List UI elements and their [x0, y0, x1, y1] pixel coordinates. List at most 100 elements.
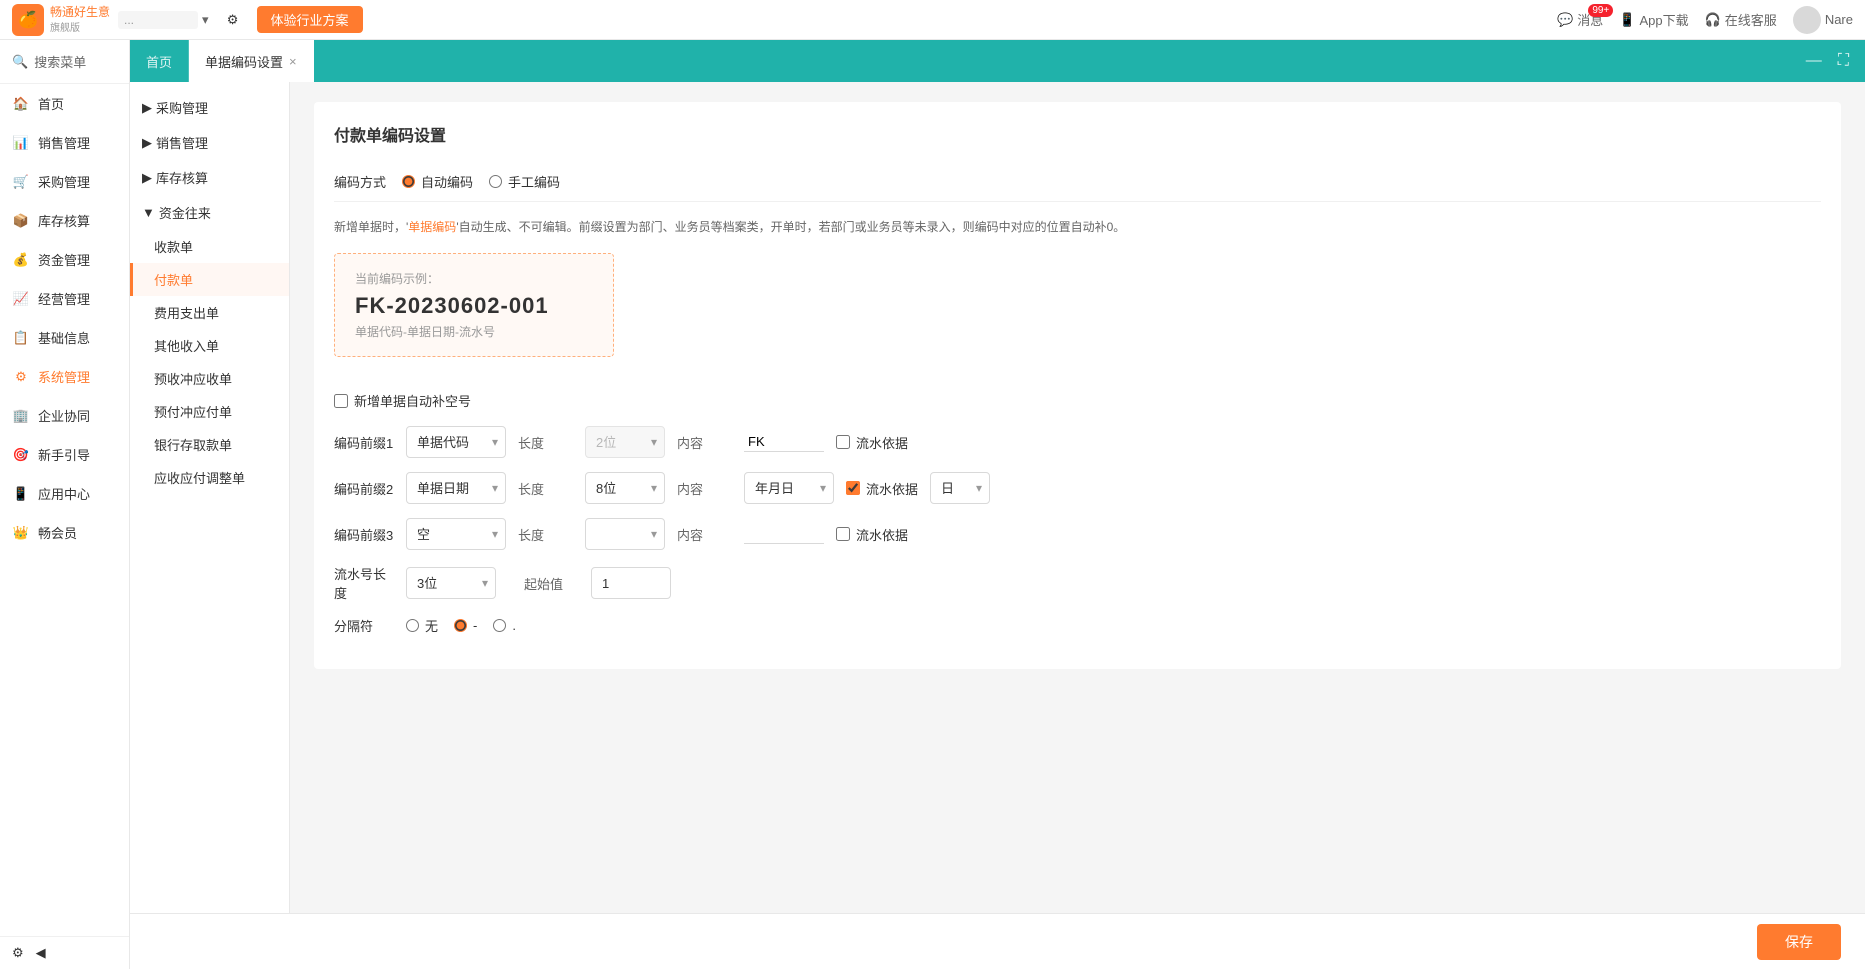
sep-none-radio[interactable]: [406, 619, 419, 632]
sub-item-advance-offset[interactable]: 预付冲应付单: [130, 395, 289, 428]
logo-sub: 旗舰版: [50, 19, 110, 34]
message-icon: 💬: [1557, 12, 1573, 28]
flow2-unit-wrapper: 日: [930, 472, 990, 504]
sidebar-item-member[interactable]: 👑 畅会员: [0, 513, 129, 552]
auto-fill-checkbox[interactable]: [334, 394, 348, 408]
auto-encode-label: 自动编码: [421, 172, 473, 191]
flow2-check[interactable]: 流水依据: [846, 479, 918, 498]
chevron-right-icon: ▶: [142, 100, 152, 116]
length2-select-wrapper: 8位: [585, 472, 665, 504]
finance-icon: 💰: [12, 251, 30, 269]
settings-icon[interactable]: ⚙: [217, 4, 249, 36]
sidebar-item-label: 销售管理: [38, 133, 90, 152]
prefix2-select[interactable]: 单据日期: [406, 472, 506, 504]
search-icon: 🔍: [12, 54, 28, 70]
tab-maximize-button[interactable]: ⛶: [1834, 48, 1853, 74]
flow3-check[interactable]: 流水依据: [836, 525, 908, 544]
manual-encode-option[interactable]: 手工编码: [489, 172, 560, 191]
sidebar-item-label: 首页: [38, 94, 64, 113]
tab-encode-settings[interactable]: 单据编码设置 ×: [189, 40, 314, 82]
sidebar-collapse-icon[interactable]: ◀: [36, 945, 46, 961]
separator-label: 分隔符: [334, 616, 394, 635]
sidebar-item-system[interactable]: ⚙ 系统管理: [0, 357, 129, 396]
sidebar-item-sales[interactable]: 📊 销售管理: [0, 123, 129, 162]
content1-input[interactable]: [744, 432, 824, 452]
flow2-unit-select[interactable]: 日: [930, 472, 990, 504]
sidebar-bottom: ⚙ ◀: [0, 936, 129, 969]
bottom-bar: 保存: [130, 913, 1865, 969]
user-menu[interactable]: Nare: [1793, 6, 1853, 34]
sep-dash-option[interactable]: -: [454, 618, 477, 633]
sidebar-item-basic[interactable]: 📋 基础信息: [0, 318, 129, 357]
company-dropdown[interactable]: ... ▾: [118, 11, 209, 29]
sub-group-capital-header[interactable]: ▼ 资金往来: [130, 195, 289, 230]
sub-group-inventory-header[interactable]: ▶ 库存核算: [130, 160, 289, 195]
length2-select[interactable]: 8位: [585, 472, 665, 504]
message-btn[interactable]: 💬 消息 99+: [1557, 10, 1603, 29]
sep-none-option[interactable]: 无: [406, 616, 438, 635]
sep-dash-radio[interactable]: [454, 619, 467, 632]
sub-item-prepay-offset[interactable]: 预收冲应收单: [130, 362, 289, 395]
sidebar-item-inventory[interactable]: 📦 库存核算: [0, 201, 129, 240]
sub-item-payments[interactable]: 付款单: [130, 263, 289, 296]
app-download-btn[interactable]: 📱 App下载: [1619, 10, 1688, 29]
flow1-check[interactable]: 流水依据: [836, 433, 908, 452]
auto-encode-radio[interactable]: [402, 175, 415, 188]
home-icon: 🏠: [12, 95, 30, 113]
sidebar-item-label: 新手引导: [38, 445, 90, 464]
example-box: 当前编码示例： FK-20230602-001 单据代码-单据日期-流水号: [334, 253, 614, 357]
sub-item-other-income[interactable]: 其他收入单: [130, 329, 289, 362]
tab-bar: 首页 单据编码设置 × — ⛶: [130, 40, 1865, 82]
length1-select[interactable]: 2位: [585, 426, 665, 458]
length1-label: 长度: [518, 433, 573, 452]
tab-home[interactable]: 首页: [130, 40, 189, 82]
sidebar-item-home[interactable]: 🏠 首页: [0, 84, 129, 123]
sidebar-item-apps[interactable]: 📱 应用中心: [0, 474, 129, 513]
sep-dot-radio[interactable]: [493, 619, 506, 632]
length3-select[interactable]: [585, 518, 665, 550]
sub-group-purchase-header[interactable]: ▶ 采购管理: [130, 90, 289, 125]
sep-dot-option[interactable]: .: [493, 618, 516, 633]
sidebar-settings-icon[interactable]: ⚙: [12, 945, 24, 961]
sidebar-item-purchase[interactable]: 🛒 采购管理: [0, 162, 129, 201]
tab-close-icon[interactable]: ×: [289, 54, 297, 69]
save-button[interactable]: 保存: [1757, 924, 1841, 960]
sidebar-item-guide[interactable]: 🎯 新手引导: [0, 435, 129, 474]
sidebar-item-operations[interactable]: 📈 经营管理: [0, 279, 129, 318]
flow2-checkbox[interactable]: [846, 481, 860, 495]
sub-group-sales-header[interactable]: ▶ 销售管理: [130, 125, 289, 160]
content1-label: 内容: [677, 433, 732, 452]
service-icon: 🎧: [1705, 12, 1721, 28]
sidebar-item-finance[interactable]: 💰 资金管理: [0, 240, 129, 279]
info-text: 新增单据时，'单据编码'自动生成、不可编辑。前缀设置为部门、业务员等档案类，开单…: [334, 218, 1821, 237]
manual-encode-radio[interactable]: [489, 175, 502, 188]
content2-select[interactable]: 年月日: [744, 472, 834, 504]
serial-length-select[interactable]: 3位: [406, 567, 496, 599]
serial-length-label: 流水号长度: [334, 564, 394, 602]
sub-item-ar-ap-adjust[interactable]: 应收应付调整单: [130, 461, 289, 494]
online-service-btn[interactable]: 🎧 在线客服: [1705, 10, 1777, 29]
sub-item-expense[interactable]: 费用支出单: [130, 296, 289, 329]
tab-minimize-button[interactable]: —: [1802, 48, 1826, 74]
start-value-input[interactable]: [591, 567, 671, 599]
user-avatar: [1793, 6, 1821, 34]
auto-encode-option[interactable]: 自动编码: [402, 172, 473, 191]
prefix1-select[interactable]: 单据代码: [406, 426, 506, 458]
sidebar-item-enterprise[interactable]: 🏢 企业协同: [0, 396, 129, 435]
separator-options: 无 - .: [406, 616, 516, 635]
main-layout: 🔍 搜索菜单 🏠 首页 📊 销售管理 🛒 采购管理 📦 库存核算 💰: [0, 40, 1865, 969]
trial-button[interactable]: 体验行业方案: [257, 6, 363, 33]
content3-input[interactable]: [744, 524, 824, 544]
sub-item-bank-deposit[interactable]: 银行存取款单: [130, 428, 289, 461]
sidebar-item-label: 基础信息: [38, 328, 90, 347]
flow3-checkbox[interactable]: [836, 527, 850, 541]
system-icon: ⚙: [12, 368, 30, 386]
search-menu-button[interactable]: 🔍 搜索菜单: [8, 48, 121, 75]
serial-row: 流水号长度 3位 起始值: [334, 564, 1821, 602]
sidebar-item-label: 经营管理: [38, 289, 90, 308]
app-logo: 🍊 畅通好生意 旗舰版: [12, 4, 110, 36]
purchase-icon: 🛒: [12, 173, 30, 191]
flow1-checkbox[interactable]: [836, 435, 850, 449]
sub-item-receipts[interactable]: 收款单: [130, 230, 289, 263]
prefix3-select[interactable]: 空: [406, 518, 506, 550]
